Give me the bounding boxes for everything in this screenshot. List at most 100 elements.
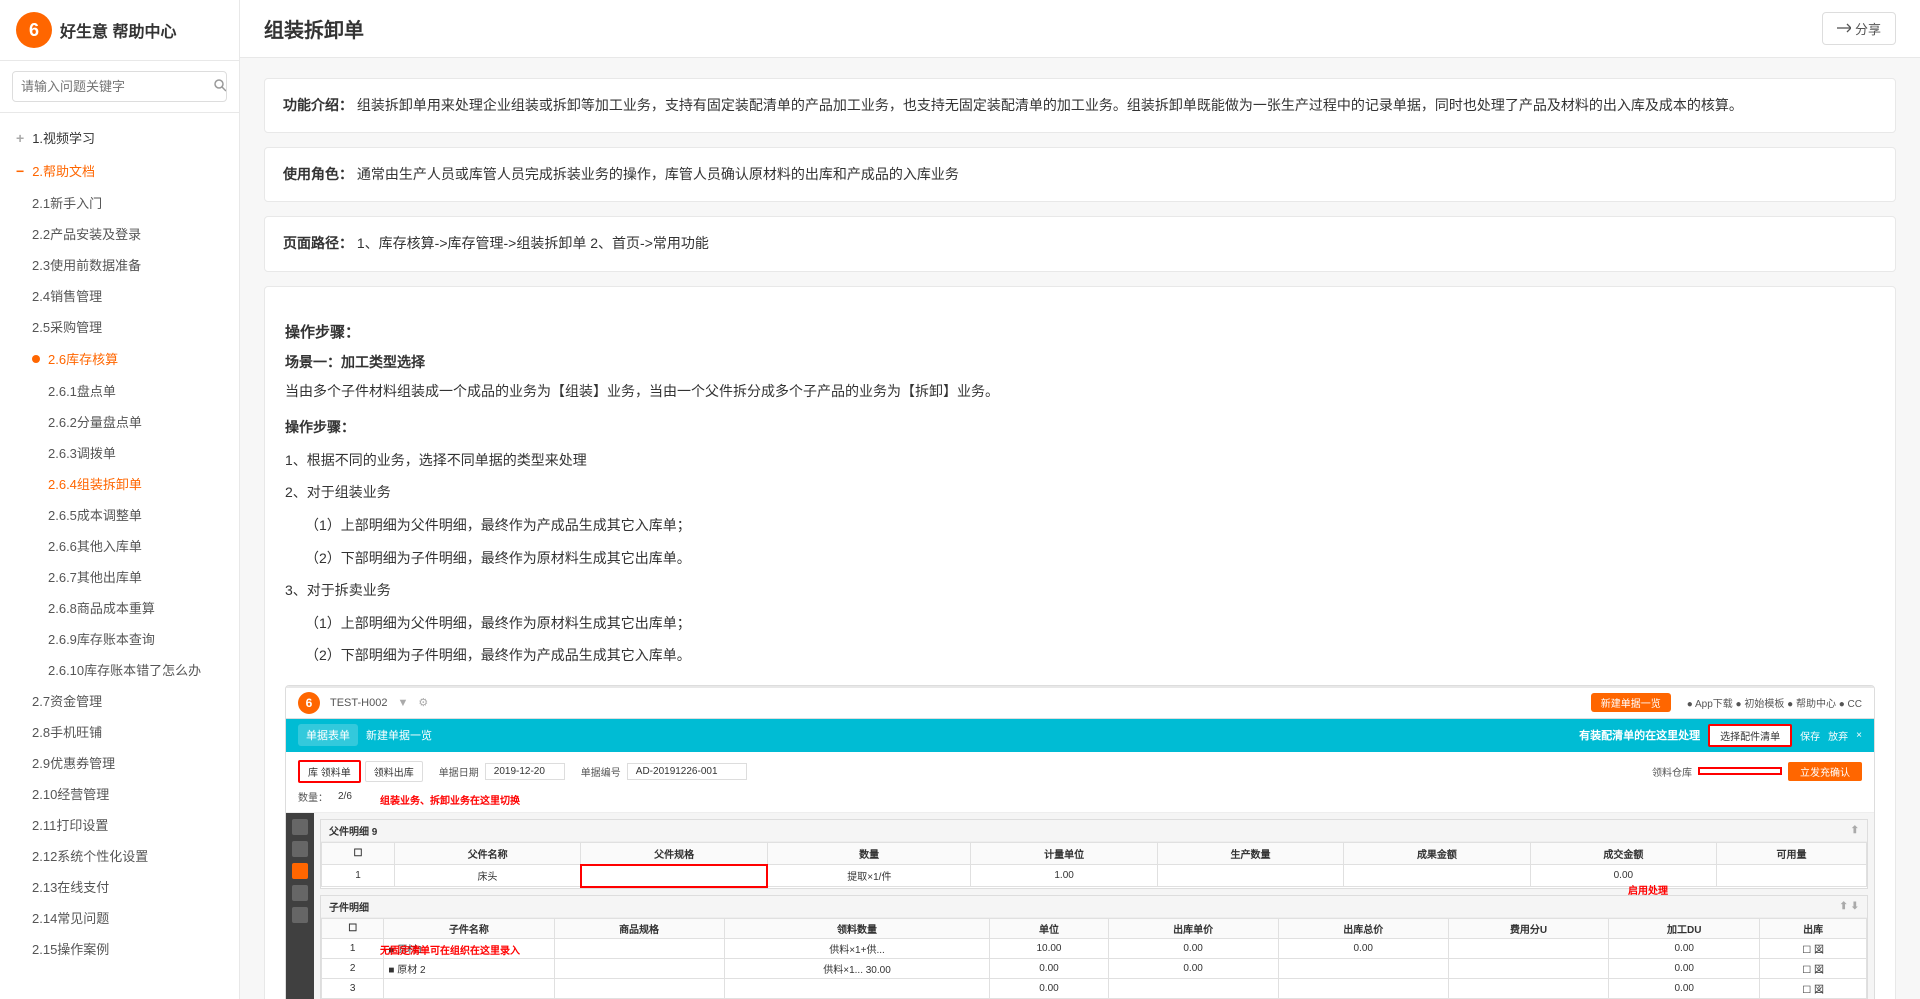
mock-apps-label: ● App下载 ● 初始模板 ● 帮助中心 ● CC (1687, 695, 1862, 710)
mock-sub-td1-9: 0.00 (1609, 938, 1760, 958)
sidebar-item-cost-recalc[interactable]: 2.6.8商品成本重算 (0, 592, 239, 623)
mock-date-value: 2019-12-20 (485, 763, 565, 780)
mock-upper-header: 父件明细 9 ⬆ (321, 820, 1867, 842)
main-header: 组装拆卸单 分享 (240, 0, 1920, 58)
sidebar-item-adjust[interactable]: 2.6.3调拨单 (0, 437, 239, 468)
mock-sub-td2-9: 0.00 (1609, 958, 1760, 978)
mock-sub-th1: ☐ (322, 918, 384, 938)
mock-lower-section: 子件明细 ⬆ ⬇ ☐ 子件名称 商品规格 (320, 895, 1868, 999)
mock-sub-th9: 加工DU (1609, 918, 1760, 938)
sidebar-item-stock-error[interactable]: 2.6.10库存账本错了怎么办 (0, 654, 239, 685)
mock-th-avail: 可用量 (1717, 842, 1867, 865)
sidebar-item-label: 2.帮助文档 (32, 161, 95, 180)
step1: 1、根据不同的业务，选择不同单据的类型来处理 (285, 447, 1875, 474)
sidebar-item-partial-check[interactable]: 2.6.2分量盘点单 (0, 406, 239, 437)
sidebar-item-operation[interactable]: 2.10经营管理 (0, 778, 239, 809)
mock-upper-actions: ⬆ (1851, 825, 1859, 836)
collapse-icon: − (16, 163, 24, 179)
sidebar-item-mobile[interactable]: 2.8手机旺铺 (0, 716, 239, 747)
sidebar-item-print[interactable]: 2.11打印设置 (0, 809, 239, 840)
mock-sub-td3-7 (1278, 978, 1448, 998)
mock-lower-table: ☐ 子件名称 商品规格 领料数量 单位 出库单价 出库总价 费用分U (321, 918, 1867, 999)
mock-sub-td2-1: 2 (322, 958, 384, 978)
steps-label: 操作步骤： (285, 321, 1875, 342)
mock-qty-value: 2/6 (338, 791, 352, 802)
mock-sub-th8: 费用分U (1448, 918, 1609, 938)
mock-td-deal1: 0.00 (1530, 865, 1716, 887)
mock-system-id: TEST-H002 (330, 697, 387, 709)
sidebar-item-sales[interactable]: 2.4销售管理 (0, 280, 239, 311)
app-logo-text: 好生意 帮助中心 (60, 18, 176, 42)
share-icon (1837, 22, 1851, 36)
mock-sub-td3-8 (1448, 978, 1609, 998)
sidebar-item-label: 1.视频学习 (32, 128, 95, 147)
step3-2: （2）下部明细为子件明细，最终作为产成品生成其它入库单。 (285, 642, 1875, 669)
sidebar-item-inventory-check[interactable]: 2.6.1盘点单 (0, 375, 239, 406)
sidebar-item-online-pay[interactable]: 2.13在线支付 (0, 871, 239, 902)
intro-text: 组装拆卸单用来处理企业组装或拆卸等加工业务，支持有固定装配清单的产品加工业务，也… (357, 97, 1743, 113)
sidebar-item-coupon[interactable]: 2.9优惠券管理 (0, 747, 239, 778)
mock-td-pspec1 (581, 865, 767, 887)
share-button[interactable]: 分享 (1822, 12, 1896, 45)
mock-sub-td1-1: 1 (322, 938, 384, 958)
share-label: 分享 (1855, 19, 1881, 38)
mock-sub-td2-2: ■ 原材 2 (384, 958, 554, 978)
intro-block: 功能介绍： 组装拆卸单用来处理企业组装或拆卸等加工业务，支持有固定装配清单的产品… (264, 78, 1896, 133)
mock-qty-label: 数量： (298, 789, 328, 804)
sidebar-item-docs[interactable]: − 2.帮助文档 (0, 154, 239, 187)
sidebar-item-finance[interactable]: 2.7资金管理 (0, 685, 239, 716)
mock-content-area: 父件明细 9 ⬆ ☐ 父件名称 父件规格 (314, 813, 1874, 999)
mock-date-field: 单据日期 2019-12-20 (439, 763, 565, 780)
sidebar-item-inventory[interactable]: 2.6库存核算 (0, 342, 239, 375)
mock-sub-td2-3 (554, 958, 724, 978)
mock-td-avail1 (1717, 865, 1867, 887)
mock-order-type2: 领料出库 (365, 761, 423, 782)
sidebar-item-stock-query[interactable]: 2.6.9库存账本查询 (0, 623, 239, 654)
sidebar-item-other-in[interactable]: 2.6.6其他入库单 (0, 530, 239, 561)
mock-sub-td3-10: ☐ 図 (1760, 978, 1867, 998)
sidebar-item-install[interactable]: 2.2产品安装及登录 (0, 218, 239, 249)
mock-left-icon2 (292, 841, 308, 857)
mock-annotation3: 启用处理 (1628, 882, 1668, 897)
step2-2: （2）下部明细为子件明细，最终作为原材料生成其它出库单。 (285, 545, 1875, 572)
role-label: 使用角色： (283, 166, 353, 182)
mock-sub-td1-5: 10.00 (990, 938, 1108, 958)
search-input[interactable] (13, 73, 205, 100)
search-icon (213, 78, 227, 92)
mock-tab-list: 新建单据一览 (366, 727, 432, 743)
mock-upper-section: 父件明细 9 ⬆ ☐ 父件名称 父件规格 (320, 819, 1868, 889)
mock-order-type-row: 库 领料单 领料出库 (298, 760, 423, 783)
mock-left-icon1 (292, 819, 308, 835)
mock-sub-td1-8 (1448, 938, 1609, 958)
sidebar-item-personalize[interactable]: 2.12系统个性化设置 (0, 840, 239, 871)
mock-sub-td2-4: 供料×1... 30.00 (724, 958, 990, 978)
step2-1: （1）上部明细为父件明细，最终作为产成品生成其它入库单； (285, 512, 1875, 539)
path-text: 1、库存核算->库存管理->组装拆卸单 2、首页->常用功能 (357, 235, 709, 251)
sidebar-item-cases[interactable]: 2.15操作案例 (0, 933, 239, 964)
sidebar-item-purchase[interactable]: 2.5采购管理 (0, 311, 239, 342)
mock-sub-td3-2 (384, 978, 554, 998)
sidebar-item-faq[interactable]: 2.14常见问题 (0, 902, 239, 933)
mock-td-check1: 1 (322, 865, 395, 887)
mock-sub-td1-10: ☐ 図 (1760, 938, 1867, 958)
search-button[interactable] (205, 72, 227, 101)
sidebar-item-other-out[interactable]: 2.6.7其他出库单 (0, 561, 239, 592)
mock-left-strip (286, 813, 314, 999)
sidebar-search-area (0, 61, 239, 113)
mock-sub-td1-6: 0.00 (1108, 938, 1278, 958)
mock-left-icon5 (292, 907, 308, 923)
mock-logo: 6 (298, 692, 320, 714)
mock-sub-td2-10: ☐ 図 (1760, 958, 1867, 978)
expand-icon: + (16, 130, 24, 146)
sidebar-item-newbie[interactable]: 2.1新手入门 (0, 187, 239, 218)
path-label: 页面路径： (283, 235, 353, 251)
sidebar-item-cost-adjust[interactable]: 2.6.5成本调整单 (0, 499, 239, 530)
mock-sub-td3-9: 0.00 (1609, 978, 1760, 998)
mock-sub-th5: 单位 (990, 918, 1108, 938)
sidebar-item-data-prep[interactable]: 2.3使用前数据准备 (0, 249, 239, 280)
mock-form-area: 库 领料单 领料出库 单据日期 2019-12-20 单据编号 AD-20191… (286, 752, 1874, 813)
mock-th-parent-name: 父件名称 (394, 842, 580, 865)
mock-sub-td1-7: 0.00 (1278, 938, 1448, 958)
sidebar-item-videos[interactable]: + 1.视频学习 (0, 121, 239, 154)
sidebar-item-assembly[interactable]: 2.6.4组装拆卸单 (0, 468, 239, 499)
